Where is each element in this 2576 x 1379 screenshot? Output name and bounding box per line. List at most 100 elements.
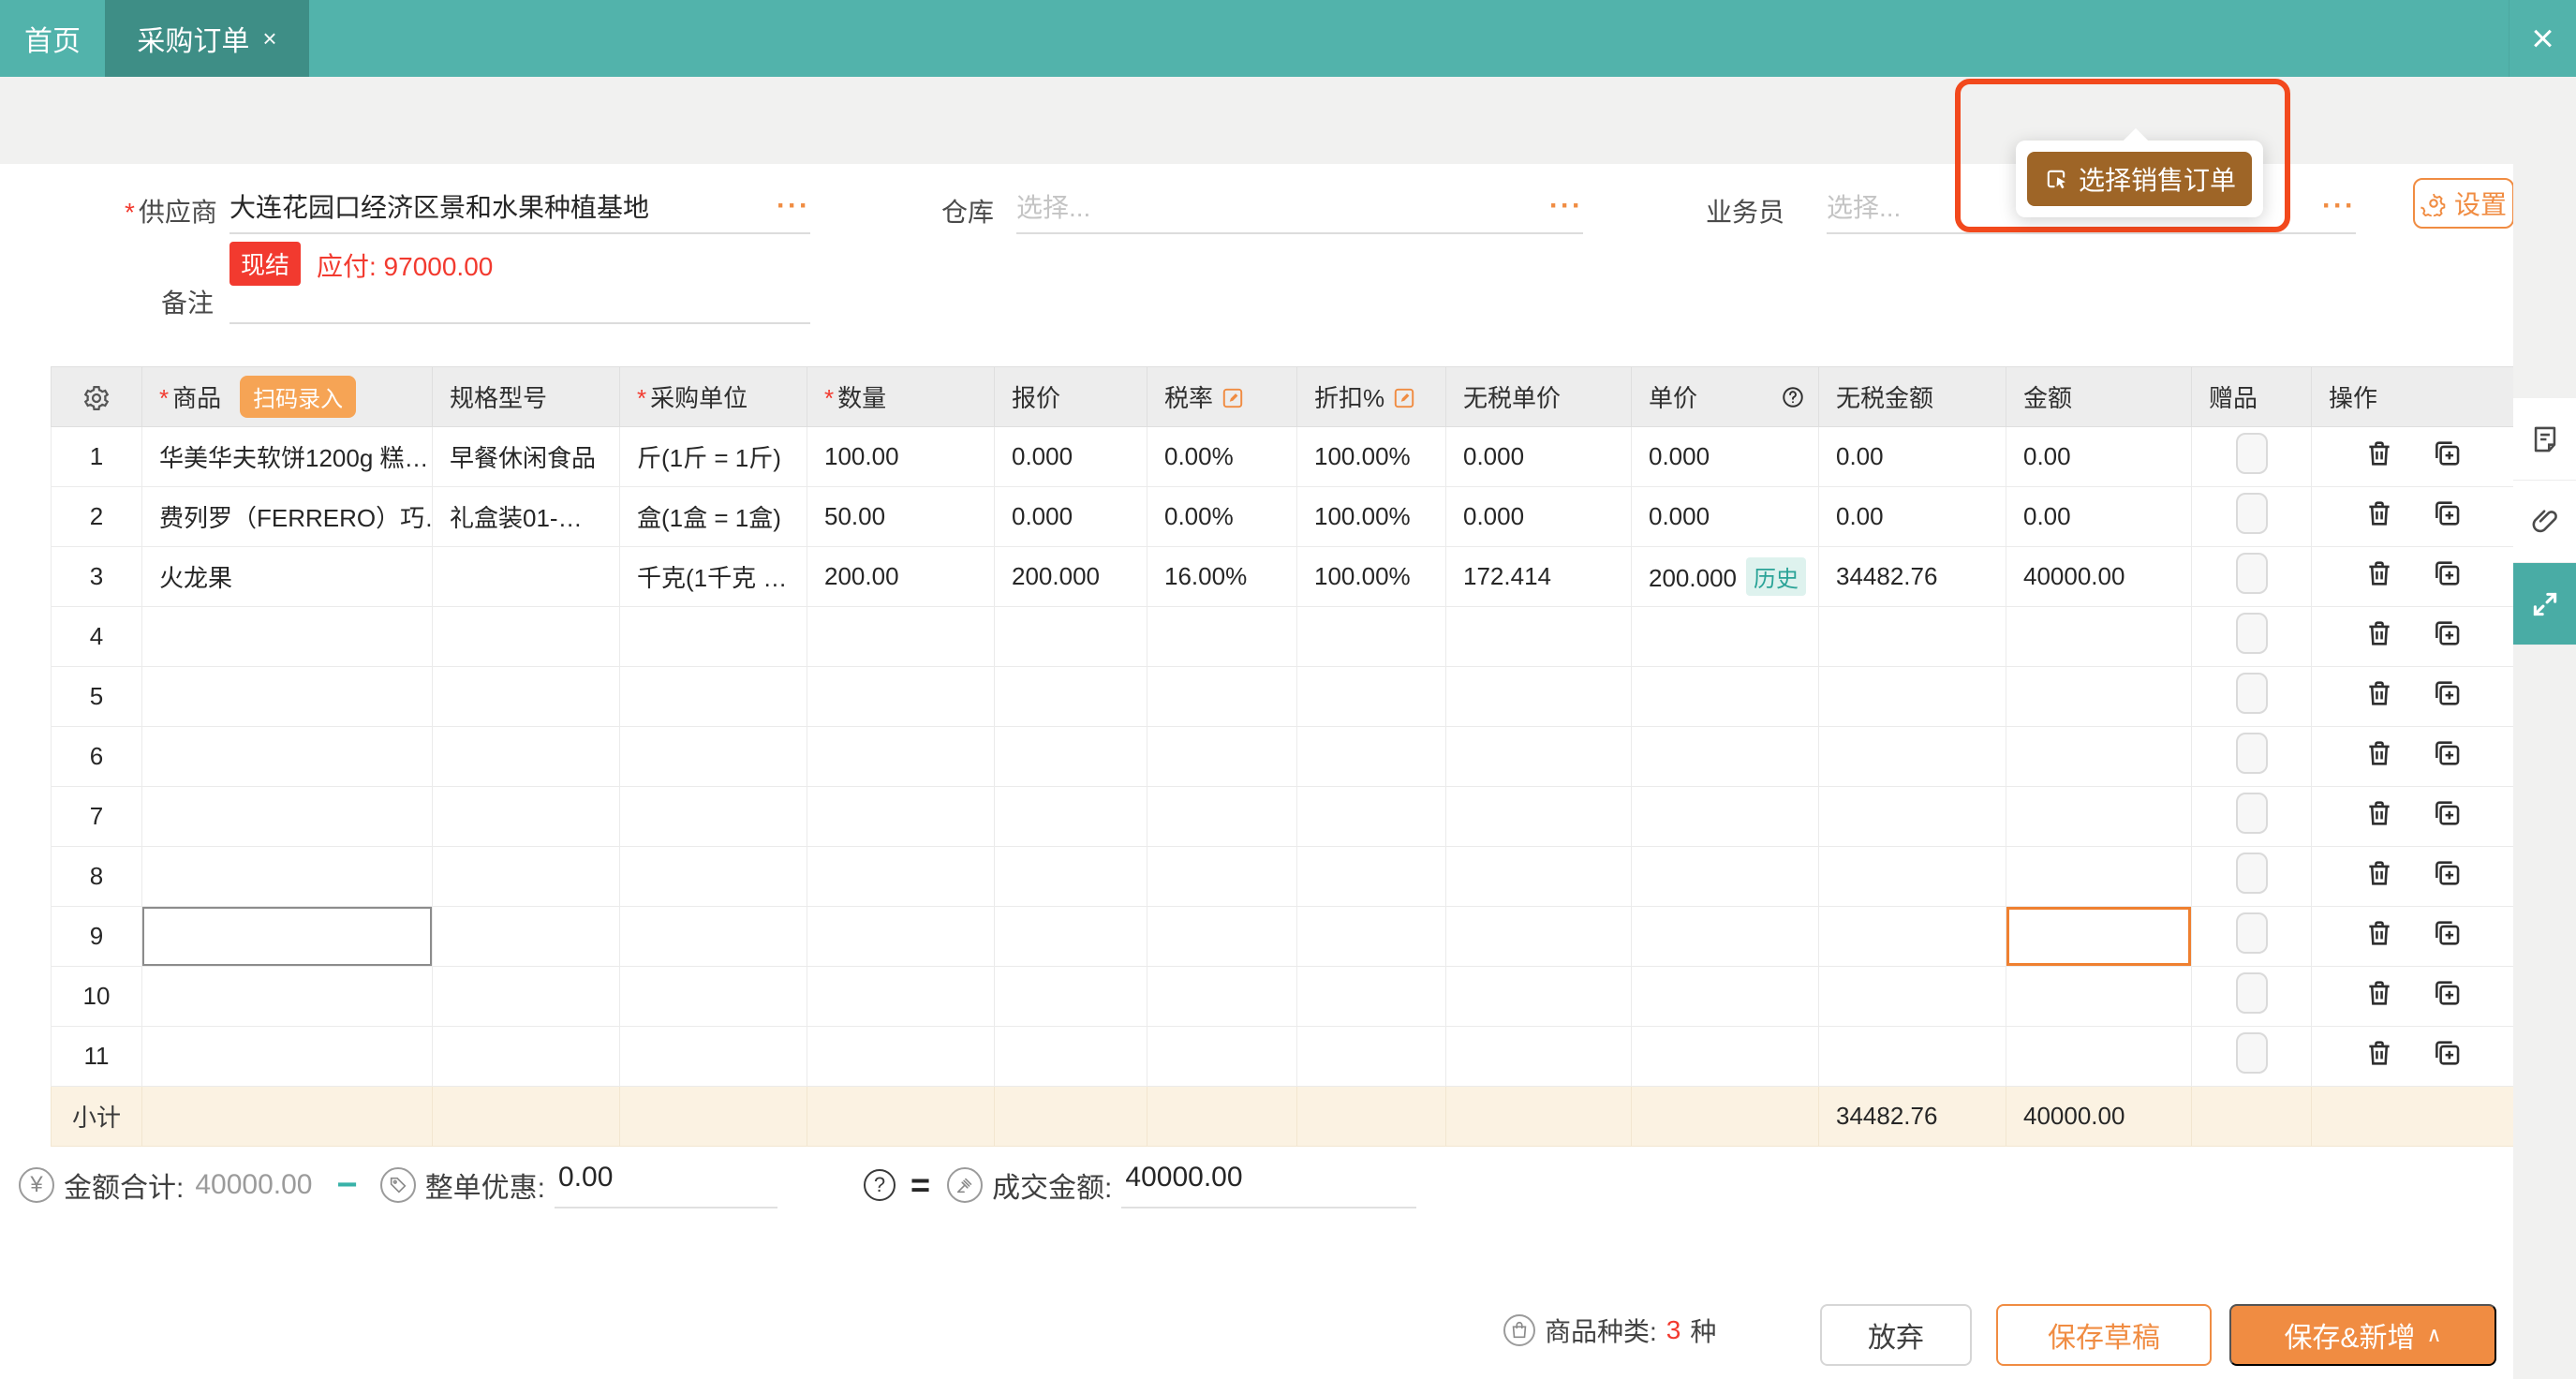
gift-checkbox[interactable] (2235, 853, 2268, 894)
cell-untaxed-amount[interactable] (1818, 726, 2006, 787)
column-settings-button[interactable] (51, 366, 142, 427)
cell-untaxed-price[interactable]: 172.414 (1445, 546, 1632, 607)
copy-row-icon[interactable] (2431, 797, 2463, 836)
cell-quote[interactable] (994, 966, 1147, 1027)
cell-tax-rate[interactable] (1147, 726, 1297, 787)
tab-close-icon[interactable]: × (262, 24, 276, 53)
cell-unit[interactable] (619, 726, 807, 787)
cell-tax-rate[interactable]: 16.00% (1147, 546, 1297, 607)
cell-amount[interactable] (2006, 666, 2192, 727)
cell-price[interactable]: 0.000 (1631, 426, 1819, 487)
cell-untaxed-price[interactable]: 0.000 (1445, 486, 1632, 547)
cell-amount[interactable] (2006, 846, 2192, 907)
delete-row-icon[interactable] (2363, 1037, 2395, 1075)
cell-tax-rate[interactable] (1147, 786, 1297, 847)
gift-checkbox[interactable] (2235, 493, 2268, 534)
save-and-new-button[interactable]: 保存&新增 ∧ (2229, 1304, 2496, 1366)
cell-unit[interactable] (619, 666, 807, 727)
help-circle-icon[interactable]: ? (864, 1169, 896, 1201)
cell-price[interactable] (1631, 726, 1819, 787)
cell-untaxed-amount[interactable] (1818, 606, 2006, 667)
note-rail-button[interactable] (2513, 398, 2576, 481)
delete-row-icon[interactable] (2363, 617, 2395, 656)
gift-checkbox[interactable] (2235, 972, 2268, 1014)
cell-product[interactable] (141, 786, 433, 847)
cell-product[interactable] (141, 906, 433, 967)
cell-price[interactable] (1631, 786, 1819, 847)
edit-icon[interactable] (1392, 386, 1416, 410)
supplier-input[interactable]: 大连花园口经济区景和水果种植基地 ··· (229, 180, 810, 234)
gift-checkbox[interactable] (2235, 433, 2268, 474)
cell-qty[interactable] (807, 666, 995, 727)
cell-qty[interactable]: 100.00 (807, 426, 995, 487)
delete-row-icon[interactable] (2363, 977, 2395, 1016)
gift-checkbox[interactable] (2235, 912, 2268, 954)
cell-product[interactable] (141, 1026, 433, 1087)
cell-price[interactable] (1631, 1026, 1819, 1087)
cell-untaxed-amount[interactable] (1818, 846, 2006, 907)
copy-row-icon[interactable] (2431, 557, 2463, 596)
cell-untaxed-price[interactable] (1445, 906, 1632, 967)
history-badge[interactable]: 历史 (1745, 557, 1806, 596)
cell-quote[interactable] (994, 786, 1147, 847)
expand-rail-button[interactable] (2513, 563, 2576, 645)
cell-qty[interactable] (807, 846, 995, 907)
cell-product[interactable]: 费列罗（FERRERO）巧… (141, 486, 433, 547)
cell-amount[interactable] (2006, 786, 2192, 847)
delete-row-icon[interactable] (2363, 917, 2395, 956)
cell-price[interactable]: 200.000 历史 (1631, 546, 1819, 607)
cell-spec[interactable]: 早餐休闲食品 (432, 426, 620, 487)
cell-price[interactable] (1631, 666, 1819, 727)
cell-untaxed-price[interactable] (1445, 666, 1632, 727)
copy-row-icon[interactable] (2431, 617, 2463, 656)
cell-discount[interactable]: 100.00% (1296, 426, 1446, 487)
cell-untaxed-price[interactable] (1445, 606, 1632, 667)
order-discount-input[interactable]: 0.00 (555, 1162, 778, 1208)
cell-unit[interactable] (619, 906, 807, 967)
cell-product[interactable] (141, 846, 433, 907)
cell-discount[interactable] (1296, 846, 1446, 907)
cell-unit[interactable]: 斤(1斤 = 1斤) (619, 426, 807, 487)
delete-row-icon[interactable] (2363, 437, 2395, 476)
cell-amount[interactable] (2006, 966, 2192, 1027)
cell-untaxed-price[interactable] (1445, 846, 1632, 907)
cell-untaxed-amount[interactable] (1818, 906, 2006, 967)
cell-tax-rate[interactable]: 0.00% (1147, 486, 1297, 547)
select-sales-order-button[interactable]: 选择销售订单 (2027, 152, 2252, 206)
delete-row-icon[interactable] (2363, 557, 2395, 596)
cell-discount[interactable]: 100.00% (1296, 546, 1446, 607)
gift-checkbox[interactable] (2235, 553, 2268, 594)
copy-row-icon[interactable] (2431, 1037, 2463, 1075)
cell-spec[interactable] (432, 1026, 620, 1087)
cell-discount[interactable] (1296, 1026, 1446, 1087)
cell-qty[interactable] (807, 606, 995, 667)
cell-qty[interactable] (807, 1026, 995, 1087)
cancel-button[interactable]: 放弃 (1820, 1304, 1972, 1366)
cell-qty[interactable] (807, 906, 995, 967)
cell-spec[interactable] (432, 966, 620, 1027)
cell-price[interactable] (1631, 906, 1819, 967)
cell-discount[interactable] (1296, 666, 1446, 727)
cell-qty[interactable]: 200.00 (807, 546, 995, 607)
cell-untaxed-amount[interactable] (1818, 1026, 2006, 1087)
cell-tax-rate[interactable] (1147, 906, 1297, 967)
cell-quote[interactable]: 200.000 (994, 546, 1147, 607)
cell-qty[interactable] (807, 786, 995, 847)
copy-row-icon[interactable] (2431, 857, 2463, 896)
cell-tax-rate[interactable] (1147, 1026, 1297, 1087)
cell-spec[interactable] (432, 846, 620, 907)
cell-untaxed-amount[interactable]: 34482.76 (1818, 546, 2006, 607)
cell-discount[interactable] (1296, 726, 1446, 787)
cell-product[interactable]: 火龙果 (141, 546, 433, 607)
cell-spec[interactable]: 礼盒装01-… (432, 486, 620, 547)
cell-discount[interactable]: 100.00% (1296, 486, 1446, 547)
cell-qty[interactable] (807, 726, 995, 787)
cell-untaxed-price[interactable] (1445, 786, 1632, 847)
cell-discount[interactable] (1296, 966, 1446, 1027)
cell-unit[interactable] (619, 966, 807, 1027)
cell-tax-rate[interactable] (1147, 666, 1297, 727)
cell-tax-rate[interactable] (1147, 606, 1297, 667)
cell-qty[interactable] (807, 966, 995, 1027)
cell-untaxed-price[interactable]: 0.000 (1445, 426, 1632, 487)
delete-row-icon[interactable] (2363, 857, 2395, 896)
